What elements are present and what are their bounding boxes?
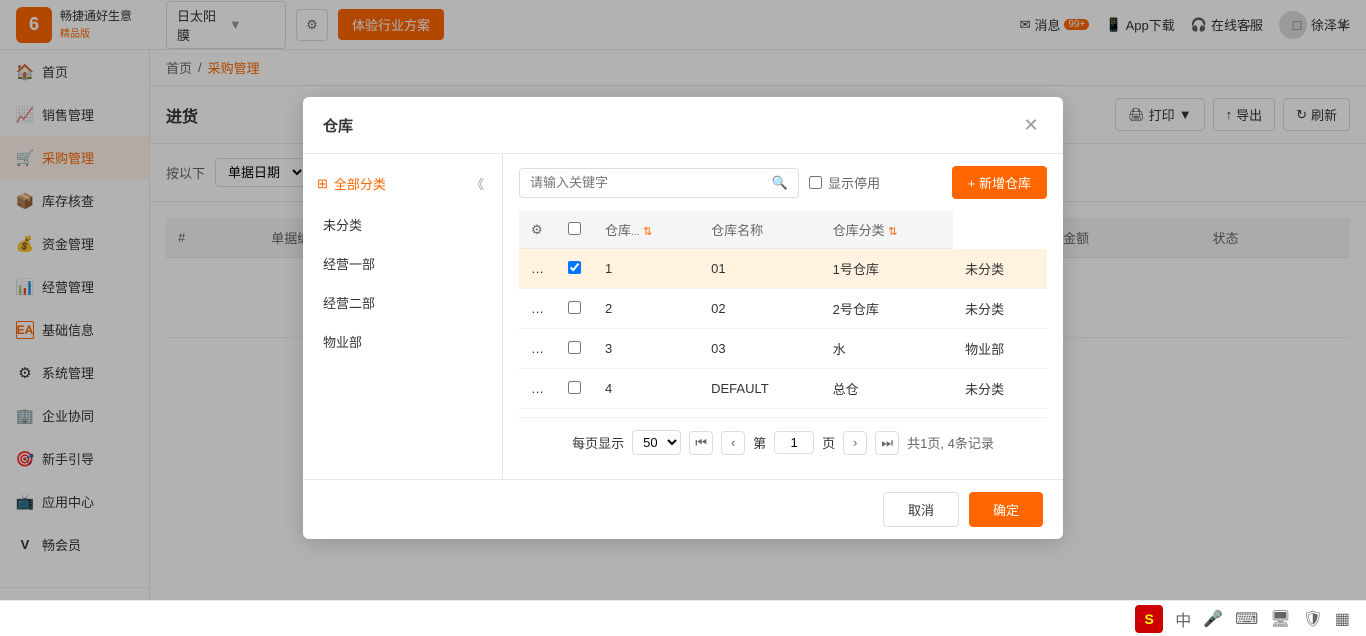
- row-category: 未分类: [953, 289, 1047, 329]
- row-actions[interactable]: …: [519, 329, 556, 369]
- row-checkbox: [556, 249, 593, 289]
- table-panel: 🔍 显示停用 + 新增仓库 ⚙: [503, 154, 1063, 479]
- col-gear: ⚙: [519, 211, 556, 249]
- s-logo: S: [1135, 605, 1163, 633]
- page-prev-button[interactable]: ‹: [721, 431, 745, 455]
- row-category: 物业部: [953, 329, 1047, 369]
- modal-header: 仓库 ✕: [303, 97, 1063, 154]
- row-actions[interactable]: …: [519, 249, 556, 289]
- sort-icon-cat: ⇅: [888, 226, 897, 238]
- row-name: 2号仓库: [821, 289, 953, 329]
- row-checkbox: [556, 289, 593, 329]
- page-unit: 页: [822, 433, 835, 452]
- col-code-label: 仓库...: [605, 223, 639, 238]
- row-code: 03: [699, 329, 821, 369]
- row-select-checkbox[interactable]: [568, 381, 581, 394]
- category-item-property[interactable]: 物业部: [303, 322, 502, 361]
- row-name: 总仓: [821, 369, 953, 409]
- show-disabled-toggle: 显示停用: [809, 173, 880, 192]
- modal-title: 仓库: [323, 115, 353, 136]
- search-box: 🔍: [519, 168, 799, 198]
- modal-overlay[interactable]: 仓库 ✕ ⊞ 全部分类 《 未分类 经营一部: [0, 0, 1366, 636]
- category-panel: ⊞ 全部分类 《 未分类 经营一部 经营二部 物业部: [303, 154, 503, 479]
- shield-icon[interactable]: 🛡: [1303, 609, 1323, 629]
- modal-toolbar: 🔍 显示停用 + 新增仓库: [519, 166, 1047, 199]
- table-row[interactable]: … 3 03 水 物业部: [519, 329, 1047, 369]
- row-index: 2: [593, 289, 699, 329]
- row-select-checkbox[interactable]: [568, 341, 581, 354]
- col-checkbox: [556, 211, 593, 249]
- table-row[interactable]: … 1 01 1号仓库 未分类: [519, 249, 1047, 289]
- row-index: 3: [593, 329, 699, 369]
- row-index: 1: [593, 249, 699, 289]
- category-all-label: 全部分类: [334, 174, 386, 193]
- warehouse-modal: 仓库 ✕ ⊞ 全部分类 《 未分类 经营一部: [303, 97, 1063, 539]
- page-number-input[interactable]: [774, 431, 814, 454]
- col-warehouse-category[interactable]: 仓库分类 ⇅: [821, 211, 953, 249]
- modal-footer: 取消 确定: [303, 479, 1063, 539]
- row-category: 未分类: [953, 249, 1047, 289]
- modal-body: ⊞ 全部分类 《 未分类 经营一部 经营二部 物业部: [303, 154, 1063, 479]
- page-last-button[interactable]: ⏭: [875, 431, 899, 455]
- select-all-checkbox[interactable]: [568, 222, 581, 235]
- row-select-checkbox[interactable]: [568, 261, 581, 274]
- monitor-icon[interactable]: 🖥: [1270, 609, 1290, 629]
- category-all-btn[interactable]: ⊞ 全部分类: [317, 174, 386, 193]
- page-total-info: 共1页, 4条记录: [907, 433, 994, 452]
- modal-table-container: ⚙ 仓库... ⇅ 仓库名称 仓库分类 ⇅: [519, 211, 1047, 409]
- category-header: ⊞ 全部分类 《: [303, 164, 502, 205]
- row-code: 02: [699, 289, 821, 329]
- modal-pagination: 每页显示 50 ⏮ ‹ 第 页 › ⏭ 共1页, 4条记录: [519, 417, 1047, 467]
- page-first-button[interactable]: ⏮: [689, 431, 713, 455]
- show-disabled-checkbox[interactable]: [809, 176, 822, 189]
- col-cat-label: 仓库分类: [833, 223, 885, 238]
- category-item-unclassified[interactable]: 未分类: [303, 205, 502, 244]
- taskbar: S 中 🎤 ⌨ 🖥 🛡 ▦: [0, 600, 1366, 636]
- search-input[interactable]: [520, 169, 762, 196]
- keyboard-icon[interactable]: ⌨: [1235, 609, 1258, 629]
- row-select-checkbox[interactable]: [568, 301, 581, 314]
- row-name: 水: [821, 329, 953, 369]
- modal-close-button[interactable]: ✕: [1019, 113, 1043, 137]
- per-page-select[interactable]: 50: [632, 430, 681, 455]
- row-actions[interactable]: …: [519, 369, 556, 409]
- layout-icon[interactable]: ▦: [1335, 609, 1350, 629]
- row-checkbox: [556, 329, 593, 369]
- row-actions[interactable]: …: [519, 289, 556, 329]
- page-next-button[interactable]: ›: [843, 431, 867, 455]
- sort-icon-code: ⇅: [643, 226, 652, 238]
- category-item-ops2[interactable]: 经营二部: [303, 283, 502, 322]
- col-warehouse-code[interactable]: 仓库... ⇅: [593, 211, 699, 249]
- show-disabled-label: 显示停用: [828, 173, 880, 192]
- mic-icon[interactable]: 🎤: [1203, 609, 1223, 629]
- row-checkbox: [556, 369, 593, 409]
- confirm-button[interactable]: 确定: [969, 492, 1043, 527]
- row-code: DEFAULT: [699, 369, 821, 409]
- add-warehouse-button[interactable]: + 新增仓库: [952, 166, 1047, 199]
- cancel-button[interactable]: 取消: [883, 492, 959, 527]
- row-name: 1号仓库: [821, 249, 953, 289]
- table-row[interactable]: … 4 DEFAULT 总仓 未分类: [519, 369, 1047, 409]
- chinese-input-icon[interactable]: 中: [1175, 607, 1191, 631]
- page-label: 第: [753, 433, 766, 452]
- row-index: 4: [593, 369, 699, 409]
- col-warehouse-name: 仓库名称: [699, 211, 821, 249]
- collapse-button[interactable]: 《: [467, 172, 488, 195]
- table-row[interactable]: … 2 02 2号仓库 未分类: [519, 289, 1047, 329]
- category-grid-icon: ⊞: [317, 176, 328, 192]
- modal-warehouse-table: ⚙ 仓库... ⇅ 仓库名称 仓库分类 ⇅: [519, 211, 1047, 409]
- search-icon[interactable]: 🔍: [762, 169, 798, 197]
- category-item-ops1[interactable]: 经营一部: [303, 244, 502, 283]
- row-category: 未分类: [953, 369, 1047, 409]
- row-code: 01: [699, 249, 821, 289]
- per-page-label: 每页显示: [572, 433, 624, 452]
